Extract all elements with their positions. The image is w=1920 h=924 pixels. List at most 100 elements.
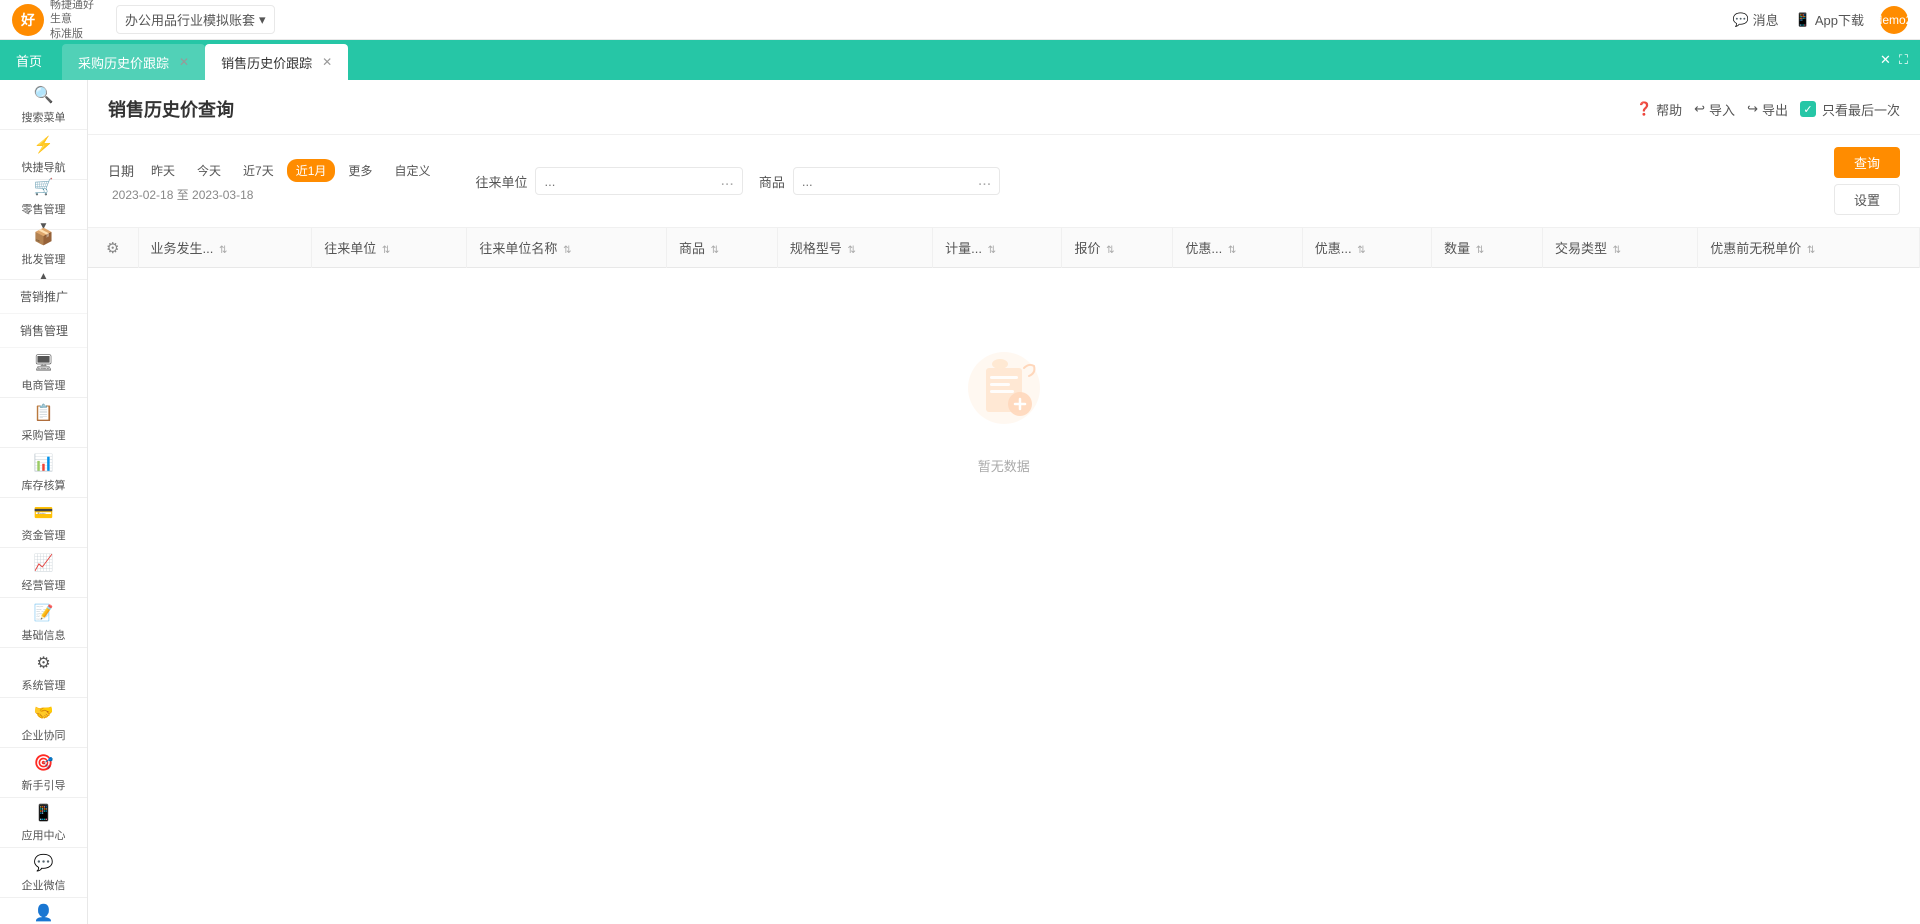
message-icon: 💬: [1732, 12, 1748, 28]
tab-sales-history[interactable]: 销售历史价跟踪 ✕: [205, 44, 348, 80]
table-gear-icon[interactable]: ⚙: [106, 240, 119, 257]
search-icon: 🔍: [34, 85, 54, 105]
empty-text: 暂无数据: [978, 456, 1030, 475]
sidebar-item-new-guide[interactable]: 🎯 新手引导: [0, 748, 87, 798]
import-button[interactable]: ↩ 导入: [1694, 100, 1735, 119]
maximize-icon[interactable]: ⛶: [1899, 52, 1908, 68]
sidebar-item-purchase[interactable]: 📋 采购管理: [0, 398, 87, 448]
filter-buttons: 查询 设置: [1834, 147, 1900, 215]
sort-icon: ⇅: [1476, 245, 1484, 256]
system-icon: ⚙: [36, 653, 50, 673]
date-btn-1month[interactable]: 近1月: [287, 159, 336, 182]
partner-dots-icon[interactable]: ...: [720, 172, 733, 190]
empty-illustration: [964, 348, 1044, 444]
col-settings: ⚙: [88, 228, 138, 268]
app-download-button[interactable]: 📱 App下载: [1795, 10, 1864, 29]
user-profile[interactable]: demo2: [1880, 6, 1908, 34]
date-btn-custom[interactable]: 自定义: [385, 159, 439, 182]
col-partner-code[interactable]: 往来单位 ⇅: [312, 228, 467, 268]
sidebar-item-finance[interactable]: 💳 资金管理: [0, 498, 87, 548]
sort-icon: ⇅: [382, 245, 390, 256]
sidebar-item-member[interactable]: 👤 畅会员: [0, 898, 87, 924]
col-business-date[interactable]: 业务发生... ⇅: [138, 228, 312, 268]
member-icon: 👤: [34, 903, 54, 923]
chevron-down-icon: ▾: [259, 12, 266, 28]
sidebar-sub-marketing[interactable]: 营销推广: [0, 280, 87, 314]
col-discount2[interactable]: 优惠... ⇅: [1302, 228, 1431, 268]
product-dots-icon[interactable]: ...: [978, 172, 991, 190]
only-last-checkbox[interactable]: ✓ 只看最后一次: [1800, 100, 1900, 119]
col-quantity[interactable]: 数量 ⇅: [1432, 228, 1543, 268]
sidebar-item-operations[interactable]: 📈 经营管理: [0, 548, 87, 598]
settings-button[interactable]: 设置: [1834, 184, 1900, 215]
inventory-icon: 📊: [34, 453, 54, 473]
sidebar-sub-sales-mgmt[interactable]: 销售管理: [0, 314, 87, 348]
date-btn-7days[interactable]: 近7天: [234, 159, 283, 182]
top-bar: 好 畅捷通好生意 标准版 办公用品行业模拟账套 ▾ 💬 消息 📱 App下载 d…: [0, 0, 1920, 40]
tab-sales-history-close[interactable]: ✕: [322, 55, 332, 69]
col-transaction-type[interactable]: 交易类型 ⇅: [1542, 228, 1697, 268]
app-selector[interactable]: 办公用品行业模拟账套 ▾: [116, 5, 275, 34]
page-actions: ❓ 帮助 ↩ 导入 ↪ 导出 ✓ 只看最后一次: [1636, 100, 1900, 119]
tab-bar: 首页 采购历史价跟踪 ✕ 销售历史价跟踪 ✕ ✕ ⛶: [0, 40, 1920, 80]
sidebar-item-system[interactable]: ⚙ 系统管理: [0, 648, 87, 698]
sort-icon: ⇅: [219, 245, 227, 256]
date-btn-yesterday[interactable]: 昨天: [142, 159, 184, 182]
date-range-display: 2023-02-18 至 2023-03-18: [112, 186, 439, 203]
retail-icon: 🛒: [34, 177, 54, 197]
app-center-icon: 📱: [34, 803, 54, 823]
tab-purchase-history[interactable]: 采购历史价跟踪 ✕: [62, 44, 205, 80]
tab-home[interactable]: 首页: [0, 40, 58, 80]
sidebar-item-quick-nav[interactable]: ⚡ 快捷导航: [0, 130, 87, 180]
sidebar-item-retail-mgmt[interactable]: 🛒 零售管理 ▼: [0, 180, 87, 230]
col-quoted-price[interactable]: 报价 ⇅: [1062, 228, 1173, 268]
sort-icon: ⇅: [988, 245, 996, 256]
table-body: 暂无数据: [88, 268, 1920, 556]
col-product[interactable]: 商品 ⇅: [666, 228, 777, 268]
sidebar-item-enterprise[interactable]: 🤝 企业协同: [0, 698, 87, 748]
col-spec[interactable]: 规格型号 ⇅: [777, 228, 932, 268]
quick-nav-icon: ⚡: [34, 135, 54, 155]
help-button[interactable]: ❓ 帮助: [1636, 100, 1682, 119]
sort-icon: ⇅: [711, 245, 719, 256]
sidebar-item-basic-info[interactable]: 📝 基础信息: [0, 598, 87, 648]
operations-icon: 📈: [34, 553, 54, 573]
empty-state-row: 暂无数据: [88, 268, 1920, 556]
tab-purchase-history-close[interactable]: ✕: [179, 55, 189, 69]
guide-icon: 🎯: [34, 753, 54, 773]
partner-search-input[interactable]: [544, 174, 720, 189]
enterprise-icon: 🤝: [34, 703, 54, 723]
table-header-row: ⚙ 业务发生... ⇅ 往来单位 ⇅ 往来单位名称 ⇅: [88, 228, 1920, 268]
sidebar-item-app-center[interactable]: 📱 应用中心: [0, 798, 87, 848]
partner-input[interactable]: ...: [535, 167, 742, 195]
sidebar-item-enterprise-wechat[interactable]: 💬 企业微信: [0, 848, 87, 898]
product-input[interactable]: ...: [793, 167, 1000, 195]
export-icon: ↪: [1747, 101, 1758, 117]
export-button[interactable]: ↪ 导出: [1747, 100, 1788, 119]
wholesale-icon: 📦: [34, 227, 54, 247]
tab-bar-actions: ✕ ⛶: [1880, 52, 1920, 68]
message-button[interactable]: 💬 消息: [1732, 10, 1778, 29]
sidebar: 🔍 搜索菜单 ⚡ 快捷导航 🛒 零售管理 ▼ 📦 批发管理 ▲ 营销推广 销售管…: [0, 80, 88, 924]
date-filter-group: 日期 昨天 今天 近7天 近1月 更多 自定义: [108, 159, 439, 182]
sort-icon: ⇅: [1357, 245, 1365, 256]
col-unit[interactable]: 计量... ⇅: [933, 228, 1062, 268]
col-partner-name[interactable]: 往来单位名称 ⇅: [467, 228, 667, 268]
col-discount1[interactable]: 优惠... ⇅: [1173, 228, 1302, 268]
purchase-icon: 📋: [34, 403, 54, 423]
sidebar-item-ecommerce[interactable]: 🖥 电商管理: [0, 348, 87, 398]
close-tab-icon[interactable]: ✕: [1880, 52, 1891, 68]
finance-icon: 💳: [34, 503, 54, 523]
sidebar-item-search-menu[interactable]: 🔍 搜索菜单: [0, 80, 87, 130]
sidebar-item-wholesale-mgmt[interactable]: 📦 批发管理 ▲: [0, 230, 87, 280]
date-btn-more[interactable]: 更多: [339, 159, 381, 182]
sort-icon: ⇅: [1228, 245, 1236, 256]
product-filter-group: 商品 ...: [759, 167, 1000, 195]
date-btn-today[interactable]: 今天: [188, 159, 230, 182]
filter-bar: 日期 昨天 今天 近7天 近1月 更多 自定义 2023-02-18 至 202…: [88, 135, 1920, 228]
col-pre-tax-price[interactable]: 优惠前无税单价 ⇅: [1698, 228, 1920, 268]
search-button[interactable]: 查询: [1834, 147, 1900, 178]
sidebar-item-inventory[interactable]: 📊 库存核算: [0, 448, 87, 498]
checkbox-icon[interactable]: ✓: [1800, 101, 1816, 117]
product-search-input[interactable]: [802, 174, 978, 189]
